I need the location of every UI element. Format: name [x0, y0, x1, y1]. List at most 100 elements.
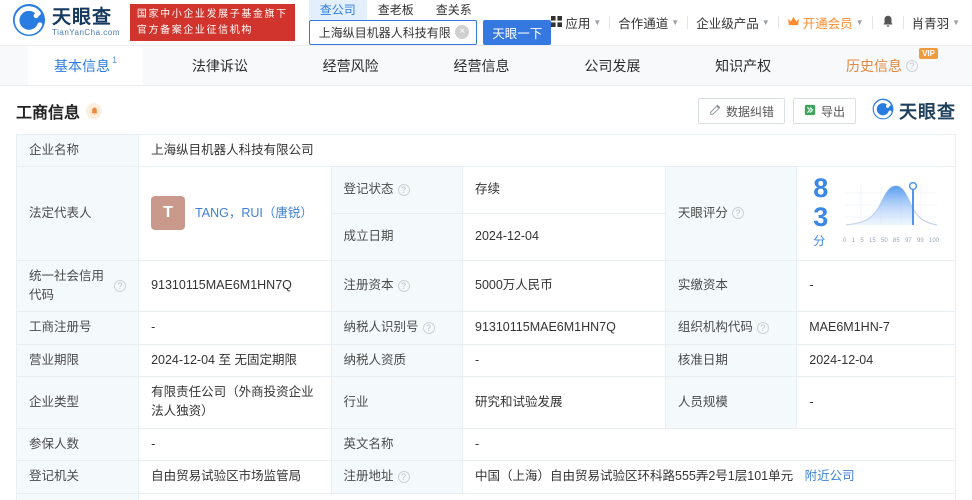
help-icon[interactable]: ? — [906, 60, 918, 72]
tianyancha-watermark: 天眼查 — [872, 98, 956, 125]
nav-separator — [778, 16, 779, 29]
export-button[interactable]: 导出 — [793, 98, 856, 124]
user-menu[interactable]: 肖青羽 ▼ — [912, 13, 960, 32]
help-icon[interactable]: ? — [757, 322, 769, 334]
reg-capital-label: 注册资本? — [331, 260, 462, 312]
tab-basic-info[interactable]: 基本信息 1 — [28, 46, 143, 85]
insured-label: 参保人数 — [17, 428, 139, 460]
table-row: 登记机关 自由贸易试验区市场监管局 注册地址? 中国（上海）自由贸易试验区环科路… — [17, 461, 956, 493]
search-tab-company[interactable]: 查公司 — [309, 0, 367, 20]
export-icon — [804, 104, 816, 119]
nav-apps-label: 应用 — [565, 13, 590, 32]
nav-separator — [687, 16, 688, 29]
tab-intellectual-property-label: 知识产权 — [715, 56, 771, 76]
help-icon[interactable]: ? — [398, 184, 410, 196]
tab-legal-litigation[interactable]: 法律诉讼 — [166, 46, 274, 85]
uscc-label-text: 统一社会信用代码 — [29, 267, 110, 306]
data-correction-button[interactable]: 数据纠错 — [698, 98, 785, 124]
legal-rep-cell: T TANG，RUI（唐锐） — [139, 167, 331, 260]
export-label: 导出 — [821, 103, 845, 120]
company-name-value: 上海纵目机器人科技有限公司 — [139, 135, 956, 167]
reg-status-label-text: 登记状态 — [344, 180, 394, 199]
search-tab-relation[interactable]: 查关系 — [425, 0, 483, 20]
search-input[interactable] — [309, 20, 478, 45]
nearby-companies-link[interactable]: 附近公司 — [805, 469, 855, 483]
tab-legal-litigation-label: 法律诉讼 — [192, 56, 248, 76]
table-row: 法定代表人 T TANG，RUI（唐锐） 登记状态? 存续 天眼评分? — [17, 167, 956, 214]
notification-bell[interactable] — [881, 14, 895, 31]
main-content: 工商信息 数据纠错 导出 — [0, 86, 972, 500]
score-distribution-chart: 0 1 5 15 50 85 97 99 100 — [843, 181, 939, 247]
score-axis-ticks: 0 1 5 15 50 85 97 99 100 — [843, 237, 939, 246]
vip-badge: VIP — [919, 48, 938, 59]
reg-authority-label: 登记机关 — [17, 461, 139, 493]
tianyancha-logo-icon — [12, 3, 46, 42]
notification-bell-icon — [881, 14, 895, 31]
search-area: 查公司 查老板 查关系 × 天眼一下 — [309, 1, 552, 45]
reg-capital-label-text: 注册资本 — [344, 276, 394, 295]
scope-label: 经营范围? — [17, 493, 139, 500]
search-tabs: 查公司 查老板 查关系 — [309, 1, 552, 20]
table-row: 统一社会信用代码? 91310115MAE6M1HN7Q 注册资本? 5000万… — [17, 260, 956, 312]
username: 肖青羽 — [912, 13, 950, 32]
org-code-label: 组织机构代码? — [665, 312, 796, 344]
logo-title: 天眼查 — [52, 8, 120, 29]
table-row: 工商注册号 - 纳税人识别号? 91310115MAE6M1HN7Q 组织机构代… — [17, 312, 956, 344]
search-button[interactable]: 天眼一下 — [483, 20, 551, 45]
scope-value: 一般项目：技术服务、技术开发、技术咨询、技术交流、技术转让、技术推广；软件开发。… — [139, 493, 956, 500]
business-info-section-header: 工商信息 数据纠错 导出 — [16, 96, 956, 126]
term-label: 营业期限 — [17, 344, 139, 376]
gov-certification-badge: 国家中小企业发展子基金旗下 官方备案企业征信机构 — [130, 4, 295, 41]
address-label-text: 注册地址 — [344, 467, 394, 486]
company-type-value: 有限责任公司（外商投资企业法人独资） — [139, 377, 331, 429]
tianyancha-logo[interactable]: 天眼查 TianYanCha.com — [12, 3, 120, 42]
help-icon[interactable]: ? — [423, 322, 435, 334]
nav-vip-membership[interactable]: 开通会员 ▼ — [787, 13, 864, 32]
help-icon[interactable]: ? — [398, 280, 410, 292]
nav-separator — [903, 16, 904, 29]
legal-rep-label: 法定代表人 — [17, 167, 139, 260]
legal-rep-link[interactable]: TANG，RUI（唐锐） — [195, 204, 313, 223]
gov-badge-line2: 官方备案企业征信机构 — [137, 23, 288, 39]
tab-operational-risk[interactable]: 经营风险 — [297, 46, 405, 85]
caret-down-icon: ▼ — [856, 18, 864, 27]
search-tab-boss[interactable]: 查老板 — [367, 0, 425, 20]
est-date-value: 2024-12-04 — [463, 213, 666, 260]
taxpayer-id-label-text: 纳税人识别号 — [344, 318, 419, 337]
announcement-bell-icon[interactable] — [86, 103, 102, 119]
tab-business-info-label: 经营信息 — [454, 56, 510, 76]
org-code-value: MAE6M1HN-7 — [797, 312, 956, 344]
crown-icon — [787, 16, 800, 30]
tab-company-development[interactable]: 公司发展 — [558, 46, 666, 85]
term-value: 2024-12-04 至 无固定期限 — [139, 344, 331, 376]
top-navigation: 应用 ▼ 合作通道 ▼ 企业级产品 ▼ 开通会员 ▼ 肖青羽 — [551, 13, 960, 32]
taxpayer-id-value: 91310115MAE6M1HN7Q — [463, 312, 666, 344]
help-icon[interactable]: ? — [398, 471, 410, 483]
nav-enterprise-products[interactable]: 企业级产品 ▼ — [696, 13, 769, 32]
help-icon[interactable]: ? — [114, 280, 126, 292]
taxpayer-id-label: 纳税人识别号? — [331, 312, 462, 344]
section-title: 工商信息 — [16, 99, 80, 123]
taxpayer-quality-label: 纳税人资质 — [331, 344, 462, 376]
reg-no-value: - — [139, 312, 331, 344]
legal-rep-avatar[interactable]: T — [151, 196, 185, 230]
staff-size-value: - — [797, 377, 956, 429]
tab-history-info[interactable]: VIP 历史信息 ? — [820, 46, 944, 85]
help-icon[interactable]: ? — [732, 207, 744, 219]
tab-intellectual-property[interactable]: 知识产权 — [689, 46, 797, 85]
caret-down-icon: ▼ — [762, 18, 770, 27]
tab-business-info[interactable]: 经营信息 — [428, 46, 536, 85]
address-value: 中国（上海）自由贸易试验区环科路555弄2号1层101单元 附近公司 — [463, 461, 956, 493]
tab-basic-info-sup: 1 — [112, 55, 117, 65]
org-code-label-text: 组织机构代码 — [678, 318, 753, 337]
clear-search-icon[interactable]: × — [455, 25, 469, 39]
company-name-label: 企业名称 — [17, 135, 139, 167]
data-correction-label: 数据纠错 — [726, 103, 774, 120]
english-name-value: - — [463, 428, 956, 460]
english-name-label: 英文名称 — [331, 428, 462, 460]
caret-down-icon: ▼ — [671, 18, 679, 27]
edit-icon — [709, 104, 721, 119]
nav-vip-label: 开通会员 — [803, 13, 853, 32]
nav-cooperation[interactable]: 合作通道 ▼ — [618, 13, 679, 32]
nav-apps[interactable]: 应用 ▼ — [551, 13, 601, 32]
